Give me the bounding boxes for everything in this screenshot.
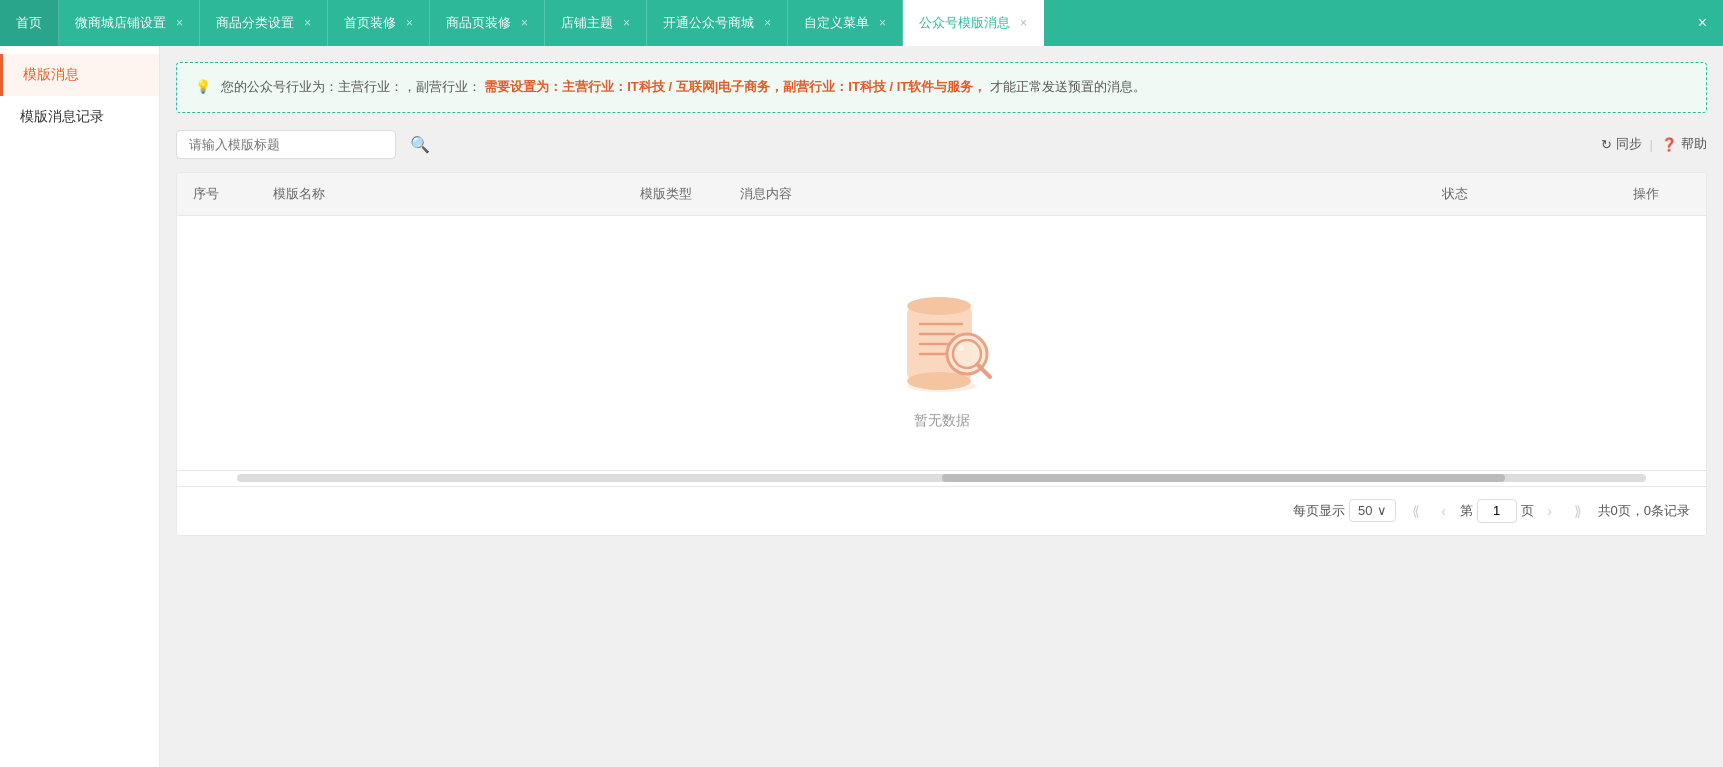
nav-tab-home-label: 首页	[16, 14, 42, 32]
svg-point-2	[907, 297, 971, 315]
page-unit-label: 页	[1521, 502, 1534, 520]
divider: |	[1650, 137, 1653, 152]
scrollbar-thumb[interactable]	[942, 474, 1506, 482]
close-shop-theme-icon[interactable]: ×	[623, 16, 630, 30]
nav-tab-wechat-shop[interactable]: 微商城店铺设置 ×	[59, 0, 200, 46]
help-icon: ❓	[1661, 137, 1677, 152]
page-size-select: 每页显示 50 ∨	[1293, 499, 1395, 522]
search-right: ↻ 同步 | ❓ 帮助	[1601, 135, 1707, 153]
search-bar: 🔍 ↻ 同步 | ❓ 帮助	[176, 129, 1707, 160]
sidebar-item-template-msg-log-label: 模版消息记录	[20, 108, 104, 124]
close-custom-menu-icon[interactable]: ×	[879, 16, 886, 30]
close-homepage-decor-icon[interactable]: ×	[406, 16, 413, 30]
nav-tab-homepage-decor[interactable]: 首页装修 ×	[328, 0, 430, 46]
search-icon: 🔍	[410, 136, 430, 153]
notice-suffix: 才能正常发送预置的消息。	[990, 79, 1146, 94]
data-table: 序号 模版名称 模版类型 消息内容 状态 操作	[176, 172, 1707, 536]
first-page-button[interactable]: ⟪	[1404, 499, 1428, 523]
next-page-button[interactable]: ›	[1538, 499, 1562, 523]
per-page-label: 每页显示	[1293, 502, 1345, 520]
th-action: 操作	[1586, 173, 1706, 215]
th-type: 模版类型	[624, 173, 724, 215]
sync-icon: ↻	[1601, 137, 1612, 152]
close-product-decor-icon[interactable]: ×	[521, 16, 528, 30]
sidebar-item-template-msg[interactable]: 模版消息	[0, 54, 159, 96]
nav-tab-wechat-shop-label: 微商城店铺设置	[75, 14, 166, 32]
nav-tab-shop-theme-label: 店铺主题	[561, 14, 613, 32]
th-status: 状态	[1426, 173, 1586, 215]
close-open-mall-icon[interactable]: ×	[764, 16, 771, 30]
th-seq: 序号	[177, 173, 257, 215]
th-content: 消息内容	[724, 173, 1426, 215]
bulb-icon: 💡	[195, 79, 211, 94]
nav-tab-product-category[interactable]: 商品分类设置 ×	[200, 0, 328, 46]
empty-state: 暂无数据	[177, 216, 1706, 470]
sync-label: 同步	[1616, 135, 1642, 153]
prev-page-button[interactable]: ‹	[1432, 499, 1456, 523]
table-scrollbar[interactable]	[177, 470, 1706, 486]
nav-tab-custom-menu-label: 自定义菜单	[804, 14, 869, 32]
search-left: 🔍	[176, 129, 436, 160]
search-button[interactable]: 🔍	[404, 129, 436, 160]
nav-tab-product-category-label: 商品分类设置	[216, 14, 294, 32]
total-info: 共0页，0条记录	[1598, 502, 1690, 520]
page-size-dropdown[interactable]: 50 ∨	[1349, 499, 1395, 522]
help-label: 帮助	[1681, 135, 1707, 153]
close-all-tabs-button[interactable]: ×	[1682, 0, 1723, 46]
scrollbar-track	[237, 474, 1646, 482]
sidebar-item-template-msg-log[interactable]: 模版消息记录	[0, 96, 159, 138]
nav-tab-template-msg[interactable]: 公众号模版消息 ×	[903, 0, 1044, 46]
sidebar-item-template-msg-label: 模版消息	[23, 66, 79, 82]
empty-illustration	[882, 276, 1002, 396]
last-page-button[interactable]: ⟫	[1566, 499, 1590, 523]
notice-box: 💡 您的公众号行业为：主营行业：，副营行业： 需要设置为：主营行业：IT科技 /…	[176, 62, 1707, 113]
notice-prefix: 您的公众号行业为：主营行业：，副营行业：	[221, 79, 481, 94]
close-wechat-shop-icon[interactable]: ×	[176, 16, 183, 30]
close-template-msg-icon[interactable]: ×	[1020, 16, 1027, 30]
nav-tab-template-msg-label: 公众号模版消息	[919, 14, 1010, 32]
notice-highlight: 需要设置为：主营行业：IT科技 / 互联网|电子商务，副营行业：IT科技 / I…	[484, 79, 986, 94]
nav-tab-product-decor[interactable]: 商品页装修 ×	[430, 0, 545, 46]
svg-point-11	[958, 345, 964, 351]
pagination: 每页显示 50 ∨ ⟪ ‹ 第 页 › ⟫ 共0页，0条记录	[177, 486, 1706, 535]
content-area: 💡 您的公众号行业为：主营行业：，副营行业： 需要设置为：主营行业：IT科技 /…	[160, 46, 1723, 767]
current-page-input[interactable]	[1477, 499, 1517, 523]
empty-text: 暂无数据	[914, 412, 970, 430]
chevron-down-icon: ∨	[1377, 503, 1387, 518]
nav-tab-product-decor-label: 商品页装修	[446, 14, 511, 32]
search-input[interactable]	[176, 130, 396, 159]
th-name: 模版名称	[257, 173, 624, 215]
nav-tab-home[interactable]: 首页	[0, 0, 59, 46]
page-size-value: 50	[1358, 503, 1372, 518]
nav-tab-custom-menu[interactable]: 自定义菜单 ×	[788, 0, 903, 46]
main-layout: 模版消息 模版消息记录 💡 您的公众号行业为：主营行业：，副营行业： 需要设置为…	[0, 46, 1723, 767]
sync-button[interactable]: ↻ 同步	[1601, 135, 1642, 153]
nav-tab-shop-theme[interactable]: 店铺主题 ×	[545, 0, 647, 46]
nav-tab-open-mall[interactable]: 开通公众号商城 ×	[647, 0, 788, 46]
page-nav: ⟪ ‹ 第 页 › ⟫	[1404, 499, 1590, 523]
top-nav: 首页 微商城店铺设置 × 商品分类设置 × 首页装修 × 商品页装修 × 店铺主…	[0, 0, 1723, 46]
nav-tab-homepage-decor-label: 首页装修	[344, 14, 396, 32]
help-button[interactable]: ❓ 帮助	[1661, 135, 1707, 153]
close-product-category-icon[interactable]: ×	[304, 16, 311, 30]
nav-tab-open-mall-label: 开通公众号商城	[663, 14, 754, 32]
table-header: 序号 模版名称 模版类型 消息内容 状态 操作	[177, 173, 1706, 216]
sidebar: 模版消息 模版消息记录	[0, 46, 160, 767]
page-prefix-label: 第	[1460, 502, 1473, 520]
